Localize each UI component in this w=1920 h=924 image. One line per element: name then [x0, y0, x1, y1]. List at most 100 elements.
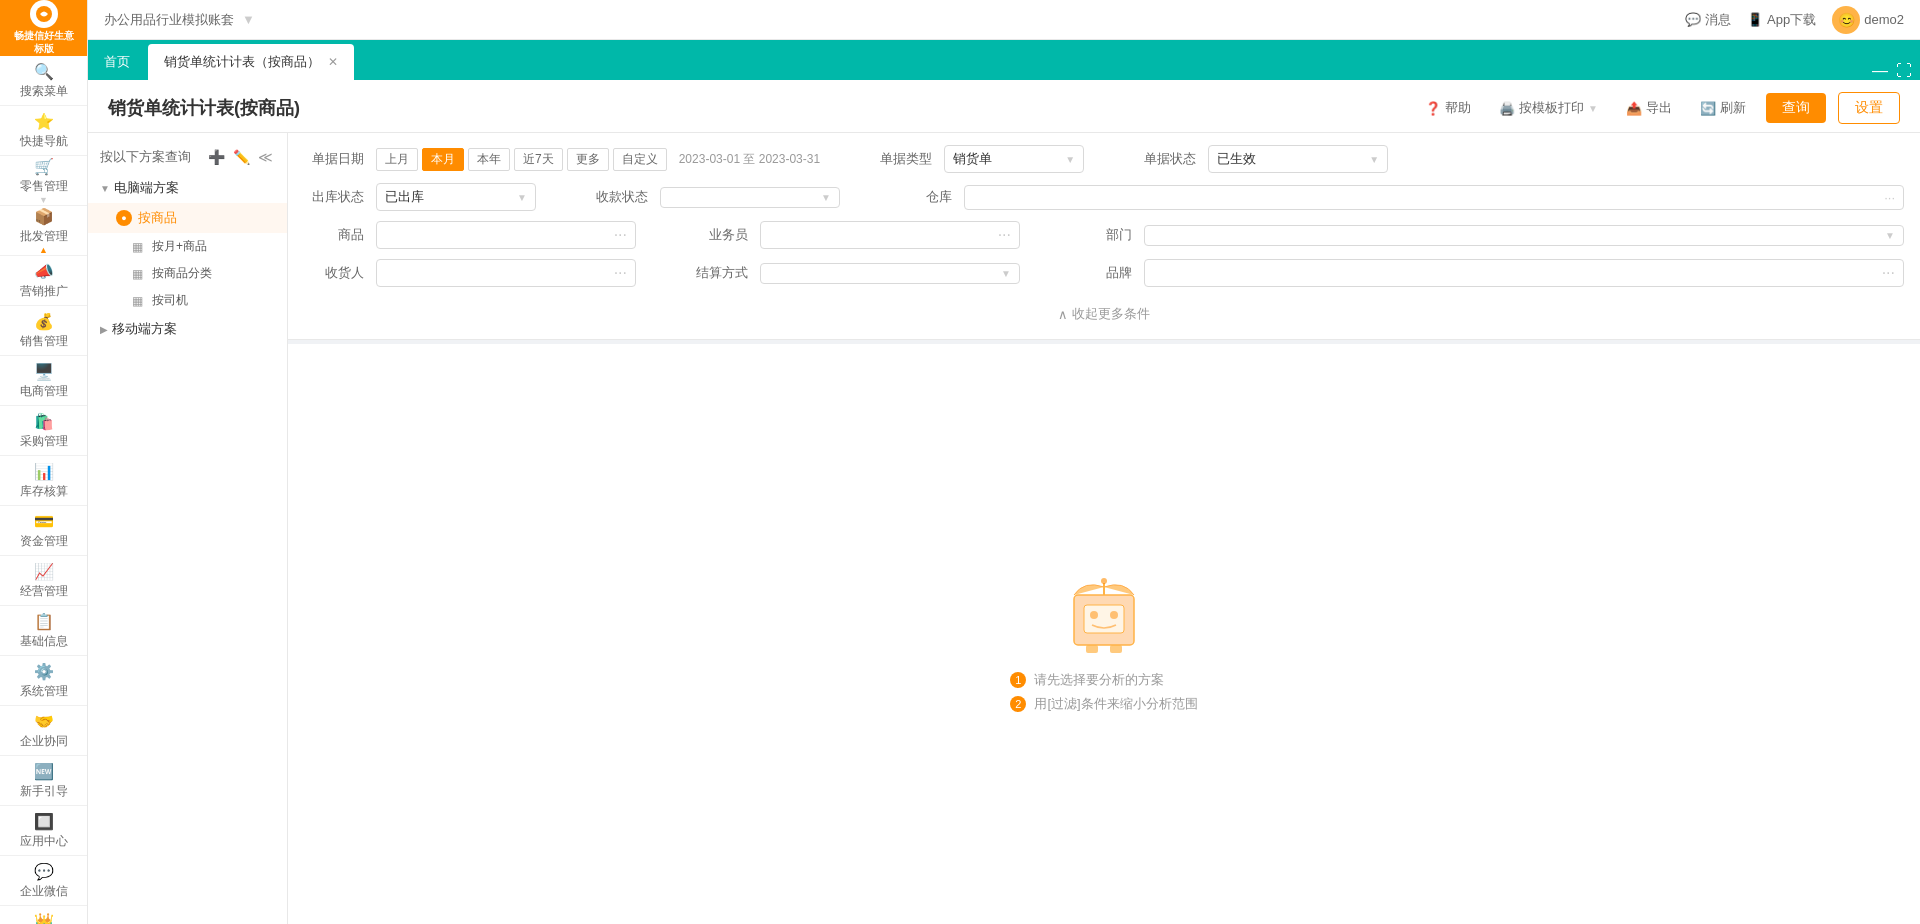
export-button[interactable]: 📤 导出 [1618, 95, 1680, 121]
enterprise-icon: 🤝 [34, 712, 54, 731]
svg-rect-2 [1084, 605, 1124, 633]
sidebar-item-apps[interactable]: 🔲 应用中心 [0, 806, 87, 856]
help-button[interactable]: ❓ 帮助 [1417, 95, 1479, 121]
date-btn-last-month[interactable]: 上月 [376, 148, 418, 171]
tab-minimize-button[interactable]: — [1872, 62, 1888, 80]
sidebar-item-inventory[interactable]: 📊 库存核算 [0, 456, 87, 506]
sidebar-item-sales[interactable]: 💰 销售管理 [0, 306, 87, 356]
doc-type-label: 单据类型 [872, 150, 932, 168]
empty-tip-2: 2 用[过滤]条件来缩小分析范围 [1010, 695, 1197, 713]
sidebar-item-quick-nav[interactable]: ⭐ 快捷导航 [0, 106, 87, 156]
top-header: 办公用品行业模拟账套 ▼ 💬 消息 📱 App下载 😊 demo2 [88, 0, 1920, 40]
sidebar-item-guide[interactable]: 🆕 新手引导 [0, 756, 87, 806]
basic-icon: 📋 [34, 612, 54, 631]
edit-scheme-button[interactable]: ✏️ [231, 147, 252, 167]
date-buttons: 上月 本月 本年 近7天 更多 自定义 [376, 148, 667, 171]
out-status-select[interactable]: 已出库 ▼ [376, 183, 536, 211]
tab-sales-stat[interactable]: 销货单统计计表（按商品） ✕ [148, 44, 354, 80]
breadcrumb-chevron-icon: ▼ [242, 12, 255, 27]
filter-row-2: 出库状态 已出库 ▼ 收款状态 ▼ 仓库 ·· [304, 183, 1904, 211]
date-btn-this-year[interactable]: 本年 [468, 148, 510, 171]
operation-icon: 📈 [34, 562, 54, 581]
salesperson-input[interactable]: ··· [760, 221, 1020, 249]
collapse-filters-button[interactable]: ∧ 收起更多条件 [1058, 305, 1150, 323]
brand-input[interactable]: ··· [1144, 259, 1904, 287]
svg-point-4 [1110, 611, 1118, 619]
sidebar-item-marketing[interactable]: 📣 营销推广 [0, 256, 87, 306]
sidebar-item-enterprise[interactable]: 🤝 企业协同 [0, 706, 87, 756]
warehouse-dots: ··· [1884, 190, 1895, 205]
doc-type-chevron-icon: ▼ [1065, 154, 1075, 165]
grid3-icon: ▦ [132, 294, 146, 308]
sidebar-item-finance[interactable]: 💳 资金管理 [0, 506, 87, 556]
receipt-status-select[interactable]: ▼ [660, 187, 840, 208]
query-button[interactable]: 查询 [1766, 93, 1826, 123]
goods-dots-icon: ··· [614, 226, 627, 244]
goods-input[interactable]: ··· [376, 221, 636, 249]
filter-area: 单据日期 上月 本月 本年 近7天 更多 自定义 2023-03-01 至 20… [288, 133, 1920, 340]
tree-item-by-cashier[interactable]: ▦ 按司机 [88, 287, 287, 314]
apps-icon: 🔲 [34, 812, 54, 831]
empty-tips: 1 请先选择要分析的方案 2 用[过滤]条件来缩小分析范围 [1010, 671, 1197, 713]
tab-close-icon[interactable]: ✕ [328, 55, 338, 69]
settlement-chevron-icon: ▼ [1001, 268, 1011, 279]
tree-group-mobile-title[interactable]: ▶ 移动端方案 [88, 314, 287, 344]
tab-extra-actions: — ⛶ [1872, 62, 1920, 80]
sidebar-item-operation[interactable]: 📈 经营管理 [0, 556, 87, 606]
doc-status-select[interactable]: 已生效 ▼ [1208, 145, 1388, 173]
svg-rect-7 [1086, 645, 1098, 653]
doc-type-select[interactable]: 销货单 ▼ [944, 145, 1084, 173]
sidebar-item-purchase[interactable]: 🛍️ 采购管理 [0, 406, 87, 456]
date-btn-more[interactable]: 更多 [567, 148, 609, 171]
tree-group-desktop-title[interactable]: ▼ 电脑端方案 [88, 173, 287, 203]
template-print-button[interactable]: 🖨️ 按模板打印 ▼ [1491, 95, 1606, 121]
left-panel: 按以下方案查询 ➕ ✏️ ≪ ▼ 电脑端方案 ● 按商品 [88, 133, 288, 924]
department-select[interactable]: ▼ [1144, 225, 1904, 246]
tab-home[interactable]: 首页 [88, 44, 146, 80]
message-button[interactable]: 💬 消息 [1685, 11, 1731, 29]
svg-point-6 [1101, 578, 1107, 584]
user-avatar[interactable]: 😊 demo2 [1832, 6, 1904, 34]
guide-icon: 🆕 [34, 762, 54, 781]
add-scheme-button[interactable]: ➕ [206, 147, 227, 167]
breadcrumb: 办公用品行业模拟账套 ▼ [104, 11, 255, 29]
sidebar-item-wechat[interactable]: 💬 企业微信 [0, 856, 87, 906]
sidebar-item-member[interactable]: 👑 畅会员 [0, 906, 87, 924]
system-icon: ⚙️ [34, 662, 54, 681]
member-icon: 👑 [34, 912, 54, 925]
sidebar-item-wholesale[interactable]: 📦 批发管理 ▲ [0, 206, 87, 256]
left-panel-actions: ➕ ✏️ ≪ [206, 147, 275, 167]
warehouse-select[interactable]: ··· [964, 185, 1904, 210]
tab-bar: 首页 销货单统计计表（按商品） ✕ — ⛶ [88, 40, 1920, 80]
salesperson-dots-icon: ··· [998, 226, 1011, 244]
sidebar-item-search[interactable]: 🔍 搜索菜单 [0, 56, 87, 106]
tree-item-by-goods-category[interactable]: ▦ 按商品分类 [88, 260, 287, 287]
sidebar-item-system[interactable]: ⚙️ 系统管理 [0, 656, 87, 706]
tab-maximize-button[interactable]: ⛶ [1896, 62, 1912, 80]
refresh-button[interactable]: 🔄 刷新 [1692, 95, 1754, 121]
department-label: 部门 [1072, 226, 1132, 244]
brand-label: 品牌 [1072, 264, 1132, 282]
out-status-label: 出库状态 [304, 188, 364, 206]
sidebar-item-basic[interactable]: 📋 基础信息 [0, 606, 87, 656]
tree-item-by-goods[interactable]: ● 按商品 [88, 203, 287, 233]
date-btn-last7[interactable]: 近7天 [514, 148, 563, 171]
settings-button[interactable]: 设置 [1838, 92, 1900, 124]
app-download-button[interactable]: 📱 App下载 [1747, 11, 1816, 29]
refresh-icon: 🔄 [1700, 101, 1716, 116]
left-panel-header: 按以下方案查询 ➕ ✏️ ≪ [88, 141, 287, 173]
page-title: 销货单统计计表(按商品) [108, 96, 300, 120]
collapse-panel-button[interactable]: ≪ [256, 147, 275, 167]
filter-row-1: 单据日期 上月 本月 本年 近7天 更多 自定义 2023-03-01 至 20… [304, 145, 1904, 173]
finance-icon: 💳 [34, 512, 54, 531]
sidebar-item-ecommerce[interactable]: 🖥️ 电商管理 [0, 356, 87, 406]
receipt-status-chevron-icon: ▼ [821, 192, 831, 203]
date-btn-this-month[interactable]: 本月 [422, 148, 464, 171]
page-header: 销货单统计计表(按商品) ❓ 帮助 🖨️ 按模板打印 ▼ 📤 导出 🔄 刷 [88, 80, 1920, 133]
receiver-input[interactable]: ··· [376, 259, 636, 287]
tree-expand-icon: ▶ [100, 324, 108, 335]
date-btn-custom[interactable]: 自定义 [613, 148, 667, 171]
tree-item-by-month-goods[interactable]: ▦ 按月+商品 [88, 233, 287, 260]
settlement-select[interactable]: ▼ [760, 263, 1020, 284]
sidebar-item-retail[interactable]: 🛒 零售管理 ▼ [0, 156, 87, 206]
